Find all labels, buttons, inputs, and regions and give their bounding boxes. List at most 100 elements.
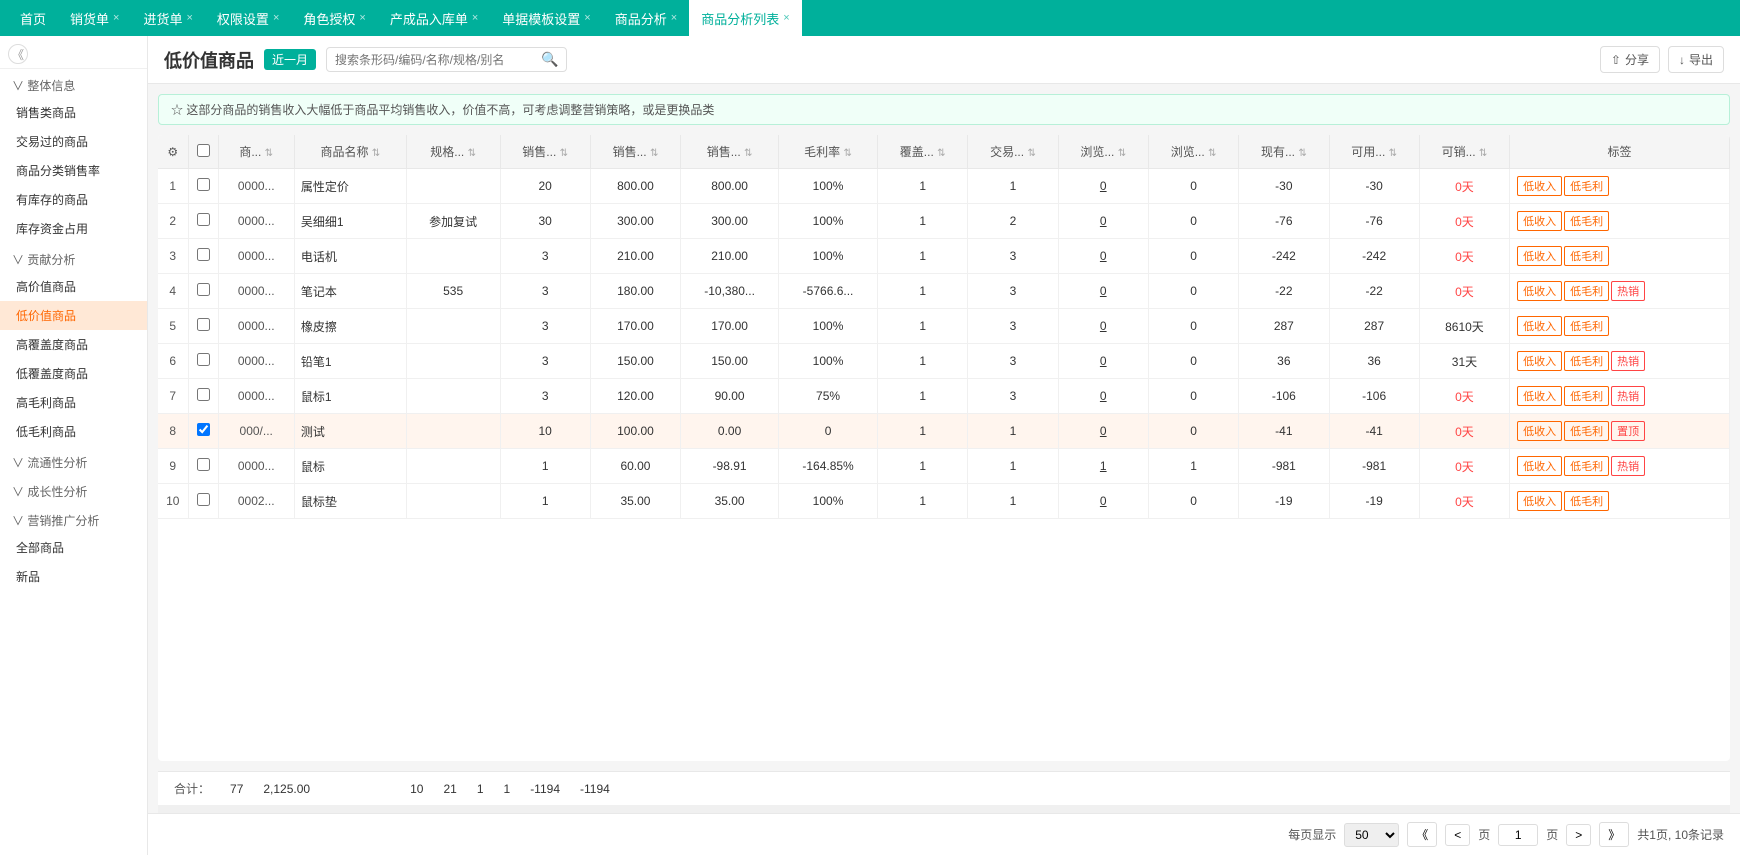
nav-purchase[interactable]: 进货单 ×: [131, 0, 204, 36]
nav-home[interactable]: 首页: [8, 0, 58, 36]
cell-name: 鼠标: [294, 449, 406, 484]
table-row[interactable]: 1 0000... 属性定价 20 800.00 800.00 100% 1 1…: [158, 169, 1730, 204]
filter-tag[interactable]: 近一月: [264, 49, 316, 70]
sidebar-group-growth[interactable]: ∨ 成长性分析: [0, 475, 147, 504]
nav-template[interactable]: 单据模板设置 ×: [490, 0, 602, 36]
nav-product-analysis[interactable]: 商品分析 ×: [603, 0, 689, 36]
col-browse1[interactable]: 浏览... ⇅: [1058, 135, 1148, 169]
sidebar-group-marketing[interactable]: ∨ 营销推广分析: [0, 504, 147, 533]
search-input[interactable]: [335, 53, 535, 67]
col-browse2[interactable]: 浏览... ⇅: [1148, 135, 1238, 169]
table-row[interactable]: 2 0000... 吴细细1 参加复试 30 300.00 300.00 100…: [158, 204, 1730, 239]
cell-checkbox[interactable]: [188, 274, 218, 309]
sidebar-item-low-margin[interactable]: 低毛利商品: [0, 417, 147, 446]
cell-col7[interactable]: 0: [1058, 239, 1148, 274]
per-page-select[interactable]: 50 20 100: [1344, 823, 1399, 847]
cell-checkbox[interactable]: [188, 169, 218, 204]
cell-col7[interactable]: 0: [1058, 344, 1148, 379]
nav-purchase-close[interactable]: ×: [186, 12, 192, 24]
col-sales3[interactable]: 销售... ⇅: [681, 135, 779, 169]
search-icon[interactable]: 🔍: [541, 51, 558, 68]
cell-checkbox[interactable]: [188, 309, 218, 344]
nav-permission-close[interactable]: ×: [273, 12, 279, 24]
sidebar-group-overview[interactable]: ∨ 整体信息: [0, 69, 147, 98]
col-margin[interactable]: 毛利率 ⇅: [779, 135, 878, 169]
table-row[interactable]: 10 0002... 鼠标垫 1 35.00 35.00 100% 1 1 0 …: [158, 484, 1730, 519]
col-name[interactable]: 商品名称 ⇅: [294, 135, 406, 169]
table-row[interactable]: 7 0000... 鼠标1 3 120.00 90.00 75% 1 3 0 0…: [158, 379, 1730, 414]
cell-checkbox[interactable]: [188, 449, 218, 484]
col-available-stock[interactable]: 可用... ⇅: [1329, 135, 1419, 169]
cell-col7[interactable]: 1: [1058, 449, 1148, 484]
sidebar-group-liquidity[interactable]: ∨ 流通性分析: [0, 446, 147, 475]
sidebar-item-high-margin[interactable]: 高毛利商品: [0, 388, 147, 417]
nav-sales-close[interactable]: ×: [113, 12, 119, 24]
sidebar-item-high-value[interactable]: 高价值商品: [0, 272, 147, 301]
sidebar-group-contribution[interactable]: ∨ 贡献分析: [0, 243, 147, 272]
sidebar-item-stock-goods[interactable]: 有库存的商品: [0, 185, 147, 214]
page-input[interactable]: [1498, 824, 1538, 846]
sidebar-item-traded-goods[interactable]: 交易过的商品: [0, 127, 147, 156]
first-page-btn[interactable]: 《: [1407, 822, 1437, 847]
scrollbar[interactable]: [158, 805, 1730, 813]
cell-col7[interactable]: 0: [1058, 379, 1148, 414]
col-sales1[interactable]: 销售... ⇅: [500, 135, 590, 169]
export-button[interactable]: ↓ 导出: [1668, 46, 1724, 73]
cell-code: 000/...: [218, 414, 294, 449]
col-sellable-stock[interactable]: 可销... ⇅: [1419, 135, 1509, 169]
col-code[interactable]: 商... ⇅: [218, 135, 294, 169]
col-sales2[interactable]: 销售... ⇅: [590, 135, 680, 169]
table-row[interactable]: 6 0000... 铅笔1 3 150.00 150.00 100% 1 3 0…: [158, 344, 1730, 379]
nav-role[interactable]: 角色授权 ×: [291, 0, 377, 36]
table-row[interactable]: 3 0000... 电话机 3 210.00 210.00 100% 1 3 0…: [158, 239, 1730, 274]
col-coverage[interactable]: 覆盖... ⇅: [878, 135, 968, 169]
col-tags[interactable]: 标签: [1510, 135, 1730, 169]
cell-checkbox[interactable]: [188, 414, 218, 449]
cell-checkbox[interactable]: [188, 379, 218, 414]
nav-product-stock-close[interactable]: ×: [472, 12, 478, 24]
table-row[interactable]: 8 000/... 测试 10 100.00 0.00 0 1 1 0 0 -4…: [158, 414, 1730, 449]
select-all-checkbox[interactable]: [197, 144, 210, 157]
next-page-btn[interactable]: >: [1566, 824, 1591, 846]
col-spec[interactable]: 规格... ⇅: [406, 135, 500, 169]
table-row[interactable]: 4 0000... 笔记本 535 3 180.00 -10,380... -5…: [158, 274, 1730, 309]
cell-col7[interactable]: 0: [1058, 274, 1148, 309]
cell-col7[interactable]: 0: [1058, 309, 1148, 344]
table-row[interactable]: 5 0000... 橡皮擦 3 170.00 170.00 100% 1 3 0…: [158, 309, 1730, 344]
sidebar-item-low-coverage[interactable]: 低覆盖度商品: [0, 359, 147, 388]
nav-permission[interactable]: 权限设置 ×: [205, 0, 291, 36]
sidebar-item-new-goods[interactable]: 新品: [0, 562, 147, 591]
cell-col7[interactable]: 0: [1058, 204, 1148, 239]
cell-checkbox[interactable]: [188, 484, 218, 519]
nav-product-analysis-list[interactable]: 商品分析列表 ×: [689, 0, 801, 36]
nav-product-stock[interactable]: 产成品入库单 ×: [378, 0, 490, 36]
col-current-stock[interactable]: 现有... ⇅: [1239, 135, 1329, 169]
cell-col7[interactable]: 0: [1058, 169, 1148, 204]
prev-page-btn[interactable]: <: [1445, 824, 1470, 846]
col-settings[interactable]: ⚙: [158, 135, 188, 169]
last-page-btn[interactable]: 》: [1599, 822, 1629, 847]
sidebar-collapse-btn[interactable]: 《: [8, 44, 28, 64]
sidebar-item-category-rate[interactable]: 商品分类销售率: [0, 156, 147, 185]
col-transaction[interactable]: 交易... ⇅: [968, 135, 1058, 169]
sidebar-item-high-coverage[interactable]: 高覆盖度商品: [0, 330, 147, 359]
sidebar-item-low-value[interactable]: 低价值商品: [0, 301, 147, 330]
cell-checkbox[interactable]: [188, 204, 218, 239]
sidebar-item-stock-fund[interactable]: 库存资金占用: [0, 214, 147, 243]
nav-sales[interactable]: 销货单 ×: [58, 0, 131, 36]
cell-index: 6: [158, 344, 188, 379]
cell-col7[interactable]: 0: [1058, 484, 1148, 519]
cell-col6: 2: [968, 204, 1058, 239]
nav-role-close[interactable]: ×: [359, 12, 365, 24]
cell-col7[interactable]: 0: [1058, 414, 1148, 449]
nav-template-close[interactable]: ×: [584, 12, 590, 24]
table-row[interactable]: 9 0000... 鼠标 1 60.00 -98.91 -164.85% 1 1…: [158, 449, 1730, 484]
share-button[interactable]: ⇧ 分享: [1600, 46, 1660, 73]
nav-product-analysis-close[interactable]: ×: [671, 12, 677, 24]
sidebar-item-sales-goods[interactable]: 销售类商品: [0, 98, 147, 127]
cell-checkbox[interactable]: [188, 239, 218, 274]
cell-checkbox[interactable]: [188, 344, 218, 379]
sidebar-item-all-goods[interactable]: 全部商品: [0, 533, 147, 562]
nav-product-analysis-list-close[interactable]: ×: [783, 12, 789, 24]
col-checkbox[interactable]: [188, 135, 218, 169]
